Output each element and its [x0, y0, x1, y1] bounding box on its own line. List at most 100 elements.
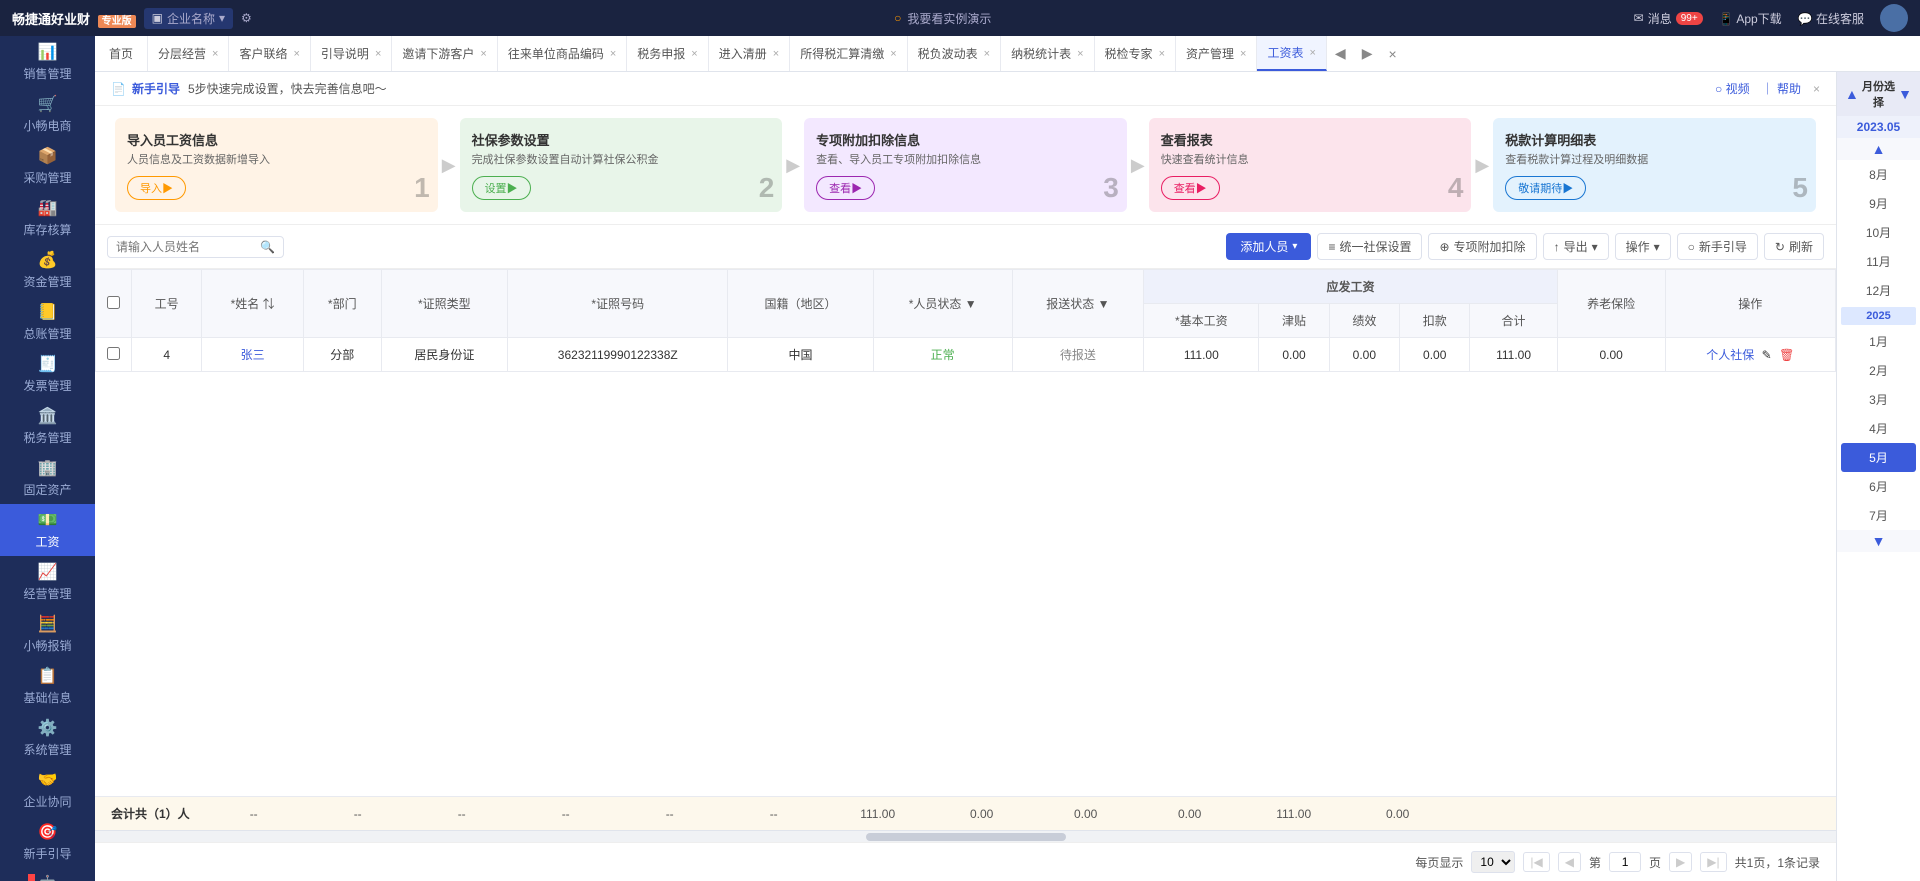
tab-partition[interactable]: 分层经营 ×: [148, 36, 229, 71]
app-download-btn[interactable]: 📱 App下载: [1719, 10, 1782, 27]
month-picker-nav-up[interactable]: ▲: [1837, 138, 1920, 160]
month-3[interactable]: 3月: [1837, 385, 1920, 414]
month-11[interactable]: 11月: [1837, 247, 1920, 276]
tab-guide[interactable]: 引导说明 ×: [311, 36, 392, 71]
sidebar-item-invoice[interactable]: 🧾 发票管理: [0, 348, 95, 400]
add-employee-btn[interactable]: 添加人员 ▾: [1226, 233, 1311, 260]
export-btn[interactable]: ↑ 导出 ▾: [1543, 233, 1609, 260]
user-switcher[interactable]: ▣ 企业名称 ▾: [144, 8, 233, 29]
tab-nav-next[interactable]: ▶: [1354, 45, 1381, 62]
tab-nav-prev[interactable]: ◀: [1327, 45, 1354, 62]
month-9[interactable]: 9月: [1837, 189, 1920, 218]
wizard-step-5-btn[interactable]: 敬请期待▶: [1505, 176, 1586, 200]
demo-link[interactable]: ○ 我要看实例演示: [894, 10, 991, 27]
tab-close-clearance[interactable]: ×: [773, 48, 779, 60]
sidebar-item-operation[interactable]: 📈 经营管理: [0, 556, 95, 608]
month-picker-nav-down[interactable]: ▼: [1837, 530, 1920, 552]
tab-close-taxcalc[interactable]: ×: [890, 48, 896, 60]
wizard-step-3-btn[interactable]: 查看▶: [816, 176, 875, 200]
sidebar-item-finance[interactable]: 💰 资金管理: [0, 244, 95, 296]
user-avatar[interactable]: [1880, 4, 1908, 32]
tab-asset[interactable]: 资产管理 ×: [1176, 36, 1257, 71]
tab-close-asset[interactable]: ×: [1240, 48, 1246, 60]
filter-send[interactable]: ▼: [1098, 297, 1110, 311]
tab-customer[interactable]: 客户联络 ×: [229, 36, 310, 71]
new-guide-btn[interactable]: ○ 新手引导: [1677, 233, 1758, 260]
tab-close-all[interactable]: ×: [1380, 46, 1404, 62]
tab-close-taxexempt[interactable]: ×: [984, 48, 990, 60]
sidebar-item-tax[interactable]: 🏛️ 税务管理: [0, 400, 95, 452]
tab-salary[interactable]: 工资表 ×: [1257, 36, 1326, 71]
select-all-checkbox[interactable]: [107, 296, 120, 309]
tab-goods-code[interactable]: 往来单位商品编码 ×: [498, 36, 627, 71]
online-service-btn[interactable]: 💬 在线客服: [1798, 10, 1864, 27]
tab-clearance[interactable]: 进入清册 ×: [709, 36, 790, 71]
search-icon[interactable]: 🔍: [260, 240, 275, 254]
action-edit[interactable]: ✎: [1762, 348, 1772, 362]
operations-btn[interactable]: 操作 ▾: [1615, 233, 1671, 260]
wizard-step-4-btn[interactable]: 查看▶: [1161, 176, 1220, 200]
wizard-step-2-btn[interactable]: 设置▶: [472, 176, 531, 200]
tab-tax-expert[interactable]: 税检专家 ×: [1095, 36, 1176, 71]
guide-close-btn[interactable]: ×: [1813, 82, 1820, 96]
month-10[interactable]: 10月: [1837, 218, 1920, 247]
month-12[interactable]: 12月: [1837, 276, 1920, 305]
sidebar-item-collab[interactable]: 🤝 企业协同: [0, 764, 95, 816]
tab-tax-report[interactable]: 税务申报 ×: [627, 36, 708, 71]
sidebar-item-xiaochang[interactable]: 🛒 小畅电商: [0, 88, 95, 140]
page-first-btn[interactable]: |◀: [1523, 852, 1549, 872]
sidebar-item-fixed[interactable]: 🏢 固定资产: [0, 452, 95, 504]
tab-close-invite[interactable]: ×: [480, 48, 486, 60]
page-number-input[interactable]: [1609, 852, 1641, 872]
refresh-btn[interactable]: ↻ 刷新: [1764, 233, 1824, 260]
sidebar-item-system[interactable]: ⚙️ 系统管理: [0, 712, 95, 764]
tab-close-goods[interactable]: ×: [610, 48, 616, 60]
row-checkbox[interactable]: [107, 347, 120, 360]
month-1[interactable]: 1月: [1837, 327, 1920, 356]
filter-status[interactable]: ▼: [965, 297, 977, 311]
tab-tax-calc[interactable]: 所得税汇算清缴 ×: [790, 36, 907, 71]
tab-close-salary[interactable]: ×: [1309, 47, 1315, 59]
search-input[interactable]: [116, 240, 256, 254]
month-picker-up[interactable]: ▲: [1845, 86, 1859, 102]
action-individual[interactable]: 个人社保: [1706, 348, 1754, 362]
guide-video-btn[interactable]: ○ 视频: [1715, 80, 1750, 97]
month-5-active[interactable]: 5月: [1841, 443, 1916, 472]
sidebar-item-purchase[interactable]: 📦 采购管理: [0, 140, 95, 192]
month-6[interactable]: 6月: [1837, 472, 1920, 501]
page-prev-btn[interactable]: ◀: [1558, 852, 1581, 872]
tab-close-taxexpert[interactable]: ×: [1159, 48, 1165, 60]
sidebar-item-sales[interactable]: 📊 销售管理: [0, 36, 95, 88]
tab-close-taxstat[interactable]: ×: [1077, 48, 1083, 60]
sidebar-item-general[interactable]: 📒 总账管理: [0, 296, 95, 348]
page-next-btn[interactable]: ▶: [1669, 852, 1692, 872]
action-delete[interactable]: 🗑: [1779, 348, 1794, 362]
tab-invite[interactable]: 邀请下游客户 ×: [392, 36, 497, 71]
month-7[interactable]: 7月: [1837, 501, 1920, 530]
settings-icon[interactable]: ⚙: [241, 11, 252, 25]
sidebar-item-expense[interactable]: 🧮 小畅报销: [0, 608, 95, 660]
sidebar-item-basic[interactable]: 📋 基础信息: [0, 660, 95, 712]
page-size-select[interactable]: 10 20 50: [1471, 851, 1515, 873]
message-btn[interactable]: ✉ 消息 99+: [1634, 10, 1703, 27]
unified-settings-btn[interactable]: ≡ 统一社保设置: [1317, 233, 1422, 260]
tab-tax-stat[interactable]: 纳税统计表 ×: [1001, 36, 1094, 71]
scroll-thumb[interactable]: [866, 833, 1066, 841]
sidebar-item-smart[interactable]: 🤖 智能管理: [0, 868, 95, 881]
wizard-step-1-btn[interactable]: 导入▶: [127, 176, 186, 200]
tab-close-partition[interactable]: ×: [212, 48, 218, 60]
tab-close-customer[interactable]: ×: [293, 48, 299, 60]
month-picker-down[interactable]: ▼: [1898, 86, 1912, 102]
month-4[interactable]: 4月: [1837, 414, 1920, 443]
special-deduction-btn[interactable]: ⊕ 专项附加扣除: [1428, 233, 1536, 260]
sidebar-item-salary[interactable]: 💵 工资: [0, 504, 95, 556]
page-last-btn[interactable]: ▶|: [1700, 852, 1726, 872]
scroll-track[interactable]: [95, 830, 1836, 842]
sidebar-item-newguide[interactable]: 🎯 新手引导: [0, 816, 95, 868]
month-8[interactable]: 8月: [1837, 160, 1920, 189]
month-2[interactable]: 2月: [1837, 356, 1920, 385]
guide-help-btn[interactable]: ｜ 帮助: [1762, 80, 1801, 97]
tab-home[interactable]: 首页: [95, 36, 148, 71]
tab-close-guide[interactable]: ×: [375, 48, 381, 60]
tab-tax-exempt[interactable]: 税负波动表 ×: [908, 36, 1001, 71]
